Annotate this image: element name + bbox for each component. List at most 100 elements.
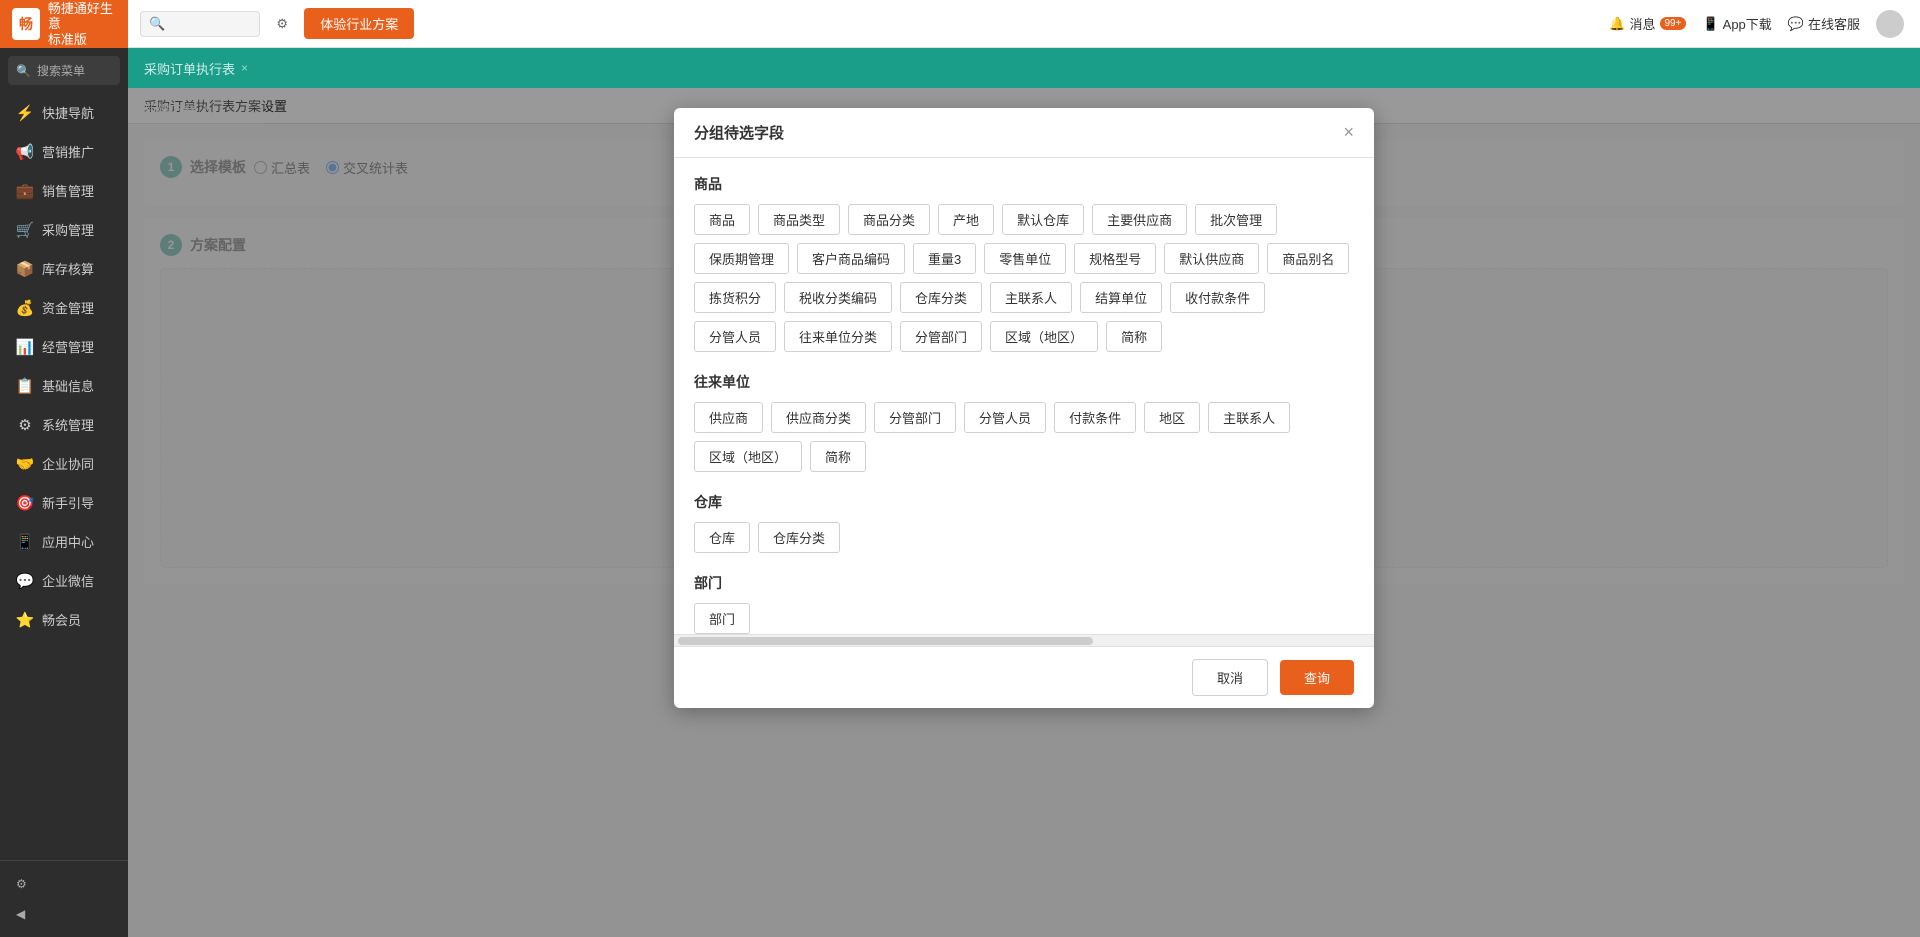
field-tag[interactable]: 仓库分类	[758, 522, 840, 553]
tab-label: 采购订单执行表	[144, 59, 235, 78]
field-tag[interactable]: 结算单位	[1080, 282, 1162, 313]
field-tag[interactable]: 商品	[694, 204, 750, 235]
gear-icon: ⚙	[16, 877, 27, 891]
field-tag[interactable]: 收付款条件	[1170, 282, 1265, 313]
search-icon: 🔍	[16, 64, 31, 78]
sidebar-nav: ⚡ 快捷导航 📢营销推广💼销售管理 🛒 采购管理 📦库存核算💰资金管理📊经营管理📋基础信息…	[0, 93, 128, 639]
quick-nav-icon: ⚡	[16, 104, 34, 122]
field-tag[interactable]: 商品类型	[758, 204, 840, 235]
sidebar-search-button[interactable]: 🔍 搜索菜单	[8, 56, 120, 85]
field-tag[interactable]: 仓库	[694, 522, 750, 553]
header: 🔍 ⚙ 体验行业方案 🔔 消息 99+ 📱 App下载 💬 在线客服	[128, 0, 1920, 48]
sidebar-item-label: 企业协同	[42, 454, 94, 473]
field-tag[interactable]: 商品别名	[1267, 243, 1349, 274]
sidebar-item-quick-nav[interactable]: ⚡ 快捷导航	[0, 93, 128, 132]
header-left: 🔍 ⚙ 体验行业方案	[128, 8, 426, 39]
sidebar-collapse[interactable]: ◀	[0, 899, 128, 929]
field-section-warehouse: 仓库仓库仓库分类	[694, 492, 1354, 553]
avatar-icon	[1876, 10, 1904, 38]
section-title-partner: 往来单位	[694, 372, 1354, 392]
sidebar-item-finance[interactable]: 💰资金管理	[0, 288, 128, 327]
sidebar-item-label: 采购管理	[42, 220, 94, 239]
notice-button[interactable]: 🔔 消息 99+	[1609, 14, 1686, 33]
user-avatar[interactable]	[1876, 10, 1904, 38]
experience-plan-button[interactable]: 体验行业方案	[304, 8, 414, 39]
field-tag[interactable]: 分管人员	[964, 402, 1046, 433]
sidebar-item-marketing[interactable]: 📢营销推广	[0, 132, 128, 171]
field-tag[interactable]: 区域（地区）	[694, 441, 802, 472]
sidebar-item-member[interactable]: ⭐畅会员	[0, 600, 128, 639]
field-tag[interactable]: 部门	[694, 603, 750, 634]
apps-icon: 📱	[16, 533, 34, 551]
collapse-icon: ◀	[16, 907, 25, 921]
field-tag[interactable]: 区域（地区）	[990, 321, 1098, 352]
cancel-button[interactable]: 取消	[1192, 659, 1268, 696]
cooperation-icon: 🤝	[16, 455, 34, 473]
sidebar-settings[interactable]: ⚙	[0, 869, 128, 899]
sidebar-item-label: 快捷导航	[42, 103, 94, 122]
app-download-button[interactable]: 📱 App下载	[1702, 14, 1771, 33]
purchase-icon: 🛒	[16, 221, 34, 239]
field-section-department: 部门部门	[694, 573, 1354, 634]
field-tag[interactable]: 商品分类	[848, 204, 930, 235]
field-tag[interactable]: 批次管理	[1195, 204, 1277, 235]
field-tag[interactable]: 地区	[1144, 402, 1200, 433]
tabs-bar: 首页采购订单执行表×新建方案×	[128, 48, 1920, 88]
sidebar-item-label: 系统管理	[42, 415, 94, 434]
field-tag[interactable]: 分管部门	[874, 402, 956, 433]
service-icon: 💬	[1788, 16, 1804, 32]
marketing-icon: 📢	[16, 143, 34, 161]
field-tag[interactable]: 简称	[1106, 321, 1162, 352]
sidebar-search-area: 🔍 搜索菜单	[0, 48, 128, 93]
field-tag[interactable]: 产地	[938, 204, 994, 235]
field-tag[interactable]: 默认供应商	[1164, 243, 1259, 274]
sidebar-item-sales[interactable]: 💼销售管理	[0, 171, 128, 210]
field-tag[interactable]: 重量3	[913, 243, 976, 274]
field-tag[interactable]: 往来单位分类	[784, 321, 892, 352]
header-gear-button[interactable]: ⚙	[268, 10, 296, 38]
wechat-icon: 💬	[16, 572, 34, 590]
field-tags-goods: 商品商品类型商品分类产地默认仓库主要供应商批次管理保质期管理客户商品编码重量3 零…	[694, 204, 1354, 352]
field-tag[interactable]: 分管部门	[900, 321, 982, 352]
field-tag[interactable]: 付款条件	[1054, 402, 1136, 433]
field-tag[interactable]: 分管人员	[694, 321, 776, 352]
field-tag[interactable]: 税收分类编码	[784, 282, 892, 313]
field-tag[interactable]: 保质期管理	[694, 243, 789, 274]
field-tags-department: 部门	[694, 603, 1354, 634]
sidebar-item-cooperation[interactable]: 🤝 企业协同	[0, 444, 128, 483]
field-tag[interactable]: 主联系人	[1208, 402, 1290, 433]
field-tag[interactable]: 供应商分类	[771, 402, 866, 433]
field-tag[interactable]: 仓库分类	[900, 282, 982, 313]
modal-close-button[interactable]: ×	[1343, 122, 1354, 143]
sidebar-item-label: 新手引导	[42, 493, 94, 512]
sidebar-item-system[interactable]: ⚙系统管理	[0, 405, 128, 444]
confirm-button[interactable]: 查询	[1280, 660, 1354, 695]
field-tag[interactable]: 拣货积分	[694, 282, 776, 313]
field-tag[interactable]: 默认仓库	[1002, 204, 1084, 235]
field-tag[interactable]: 零售单位	[984, 243, 1066, 274]
field-tag[interactable]: 规格型号	[1074, 243, 1156, 274]
sidebar: 畅 畅捷通好生意 标准版 🔍 搜索菜单 ⚡快捷导航📢营销推广💼销售管理🛒采购管理…	[0, 0, 128, 937]
online-service-button[interactable]: 💬 在线客服	[1788, 14, 1860, 33]
sidebar-item-operations[interactable]: 📊经营管理	[0, 327, 128, 366]
field-tag[interactable]: 主联系人	[990, 282, 1072, 313]
field-tags-partner: 供应商供应商分类分管部门分管人员付款条件地区主联系人区域（地区） 简称	[694, 402, 1354, 472]
sidebar-item-apps[interactable]: 📱应用中心	[0, 522, 128, 561]
inventory-icon: 📦	[16, 260, 34, 278]
basic-icon: 📋	[16, 377, 34, 395]
field-tag[interactable]: 客户商品编码	[797, 243, 905, 274]
sidebar-item-basic[interactable]: 📋基础信息	[0, 366, 128, 405]
sidebar-item-inventory[interactable]: 📦库存核算	[0, 249, 128, 288]
field-tag[interactable]: 主要供应商	[1092, 204, 1187, 235]
sidebar-item-wechat[interactable]: 💬企业微信	[0, 561, 128, 600]
modal-title: 分组待选字段	[694, 122, 784, 143]
header-search-input[interactable]	[171, 17, 251, 31]
tab-purchase-exec[interactable]: 采购订单执行表 ×	[128, 48, 264, 88]
tab-close-purchase-exec[interactable]: ×	[241, 61, 248, 75]
modal-horizontal-scrollbar[interactable]	[674, 634, 1374, 646]
field-tag[interactable]: 简称	[810, 441, 866, 472]
sidebar-item-newbie[interactable]: 🎯新手引导	[0, 483, 128, 522]
section-title-department: 部门	[694, 573, 1354, 593]
field-tag[interactable]: 供应商	[694, 402, 763, 433]
sidebar-item-purchase[interactable]: 🛒 采购管理	[0, 210, 128, 249]
